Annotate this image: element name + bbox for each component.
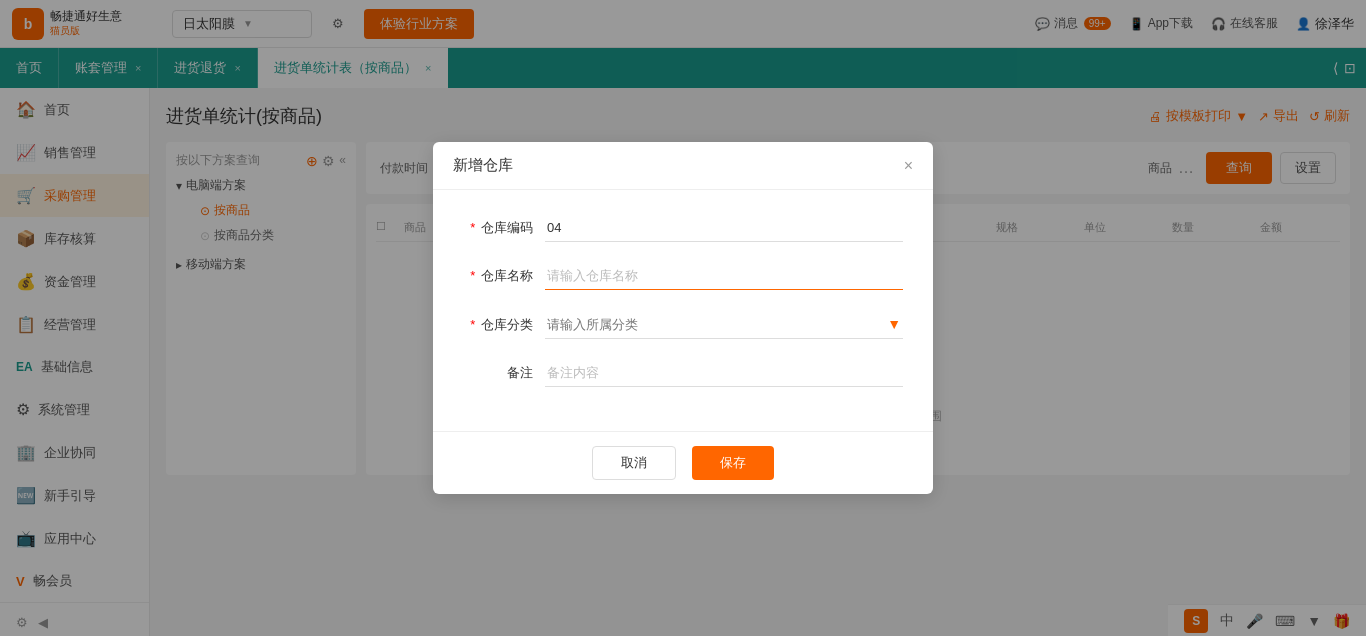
modal-title: 新增仓库 [453,156,904,175]
save-button[interactable]: 保存 [692,446,774,480]
category-select-wrap[interactable]: ▼ [545,310,903,339]
code-label: * 仓库编码 [463,219,533,237]
cancel-button[interactable]: 取消 [592,446,676,480]
code-input[interactable] [545,214,903,242]
form-row-category: * 仓库分类 ▼ [463,310,903,339]
new-warehouse-modal: 新增仓库 × * 仓库编码 * 仓库名称 [433,142,933,494]
form-row-name: * 仓库名称 [463,262,903,290]
modal-overlay[interactable]: 新增仓库 × * 仓库编码 * 仓库名称 [0,0,1366,636]
category-dropdown-icon: ▼ [887,316,901,332]
remark-label: 备注 [463,364,533,382]
form-row-code: * 仓库编码 [463,214,903,242]
category-label: * 仓库分类 [463,316,533,334]
required-star-name: * [470,268,475,283]
required-star-category: * [470,317,475,332]
modal-close-button[interactable]: × [904,157,913,175]
name-label: * 仓库名称 [463,267,533,285]
name-input[interactable] [545,262,903,290]
modal-footer: 取消 保存 [433,431,933,494]
required-star-code: * [470,220,475,235]
modal-header: 新增仓库 × [433,142,933,190]
modal-body: * 仓库编码 * 仓库名称 * 仓库分类 [433,190,933,431]
form-row-remark: 备注 [463,359,903,387]
remark-input[interactable] [545,359,903,387]
category-input[interactable] [547,317,887,332]
